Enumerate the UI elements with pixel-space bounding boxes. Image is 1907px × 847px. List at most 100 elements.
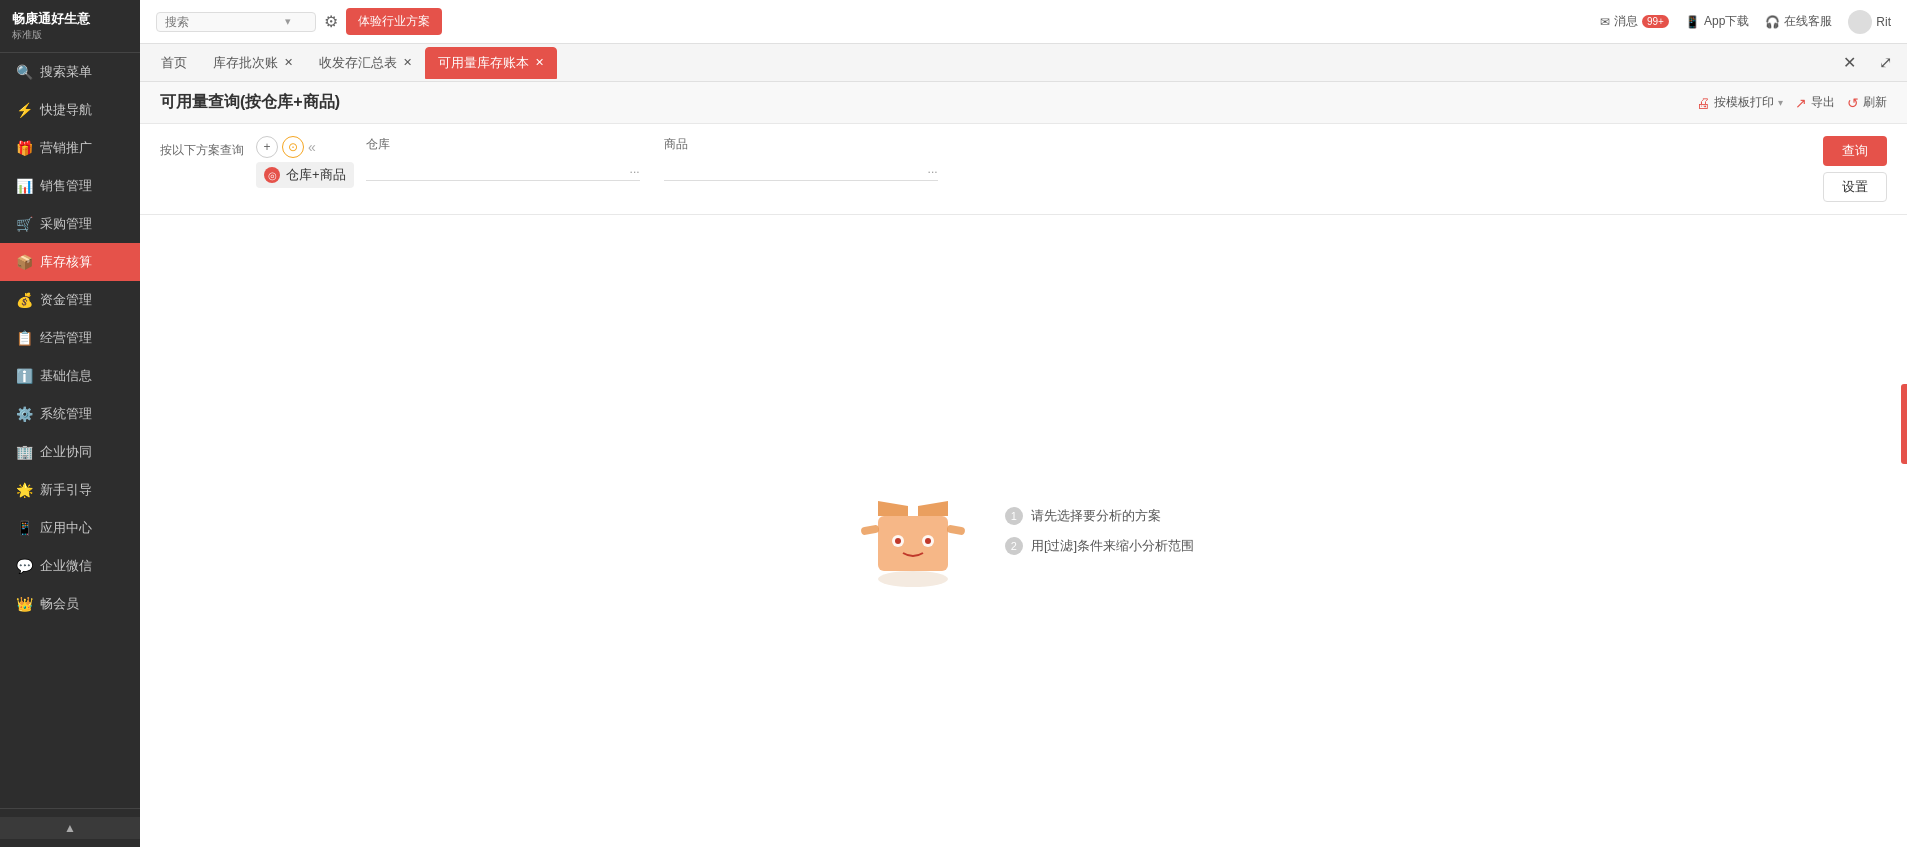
app-download-label: App下载: [1704, 13, 1749, 30]
sidebar-item-finance[interactable]: 💰 资金管理: [0, 281, 140, 319]
sidebar-item-label: 库存核算: [40, 253, 92, 271]
warehouse-input[interactable]: [366, 161, 626, 176]
page-content: 可用量查询(按仓库+商品) 🖨 按模板打印 ▾ ↗ 导出 ↺ 刷新 按以下方案: [140, 82, 1907, 847]
star-icon: 🌟: [16, 482, 32, 498]
sidebar-item-enterprise-wechat[interactable]: 💬 企业微信: [0, 547, 140, 585]
product-more-button[interactable]: ...: [928, 162, 938, 176]
sidebar-bottom: ▲: [0, 808, 140, 847]
message-label: 消息: [1614, 13, 1638, 30]
sidebar-item-label: 营销推广: [40, 139, 92, 157]
scheme-item-icon: ◎: [264, 167, 280, 183]
sidebar-item-app-center[interactable]: 📱 应用中心: [0, 509, 140, 547]
sidebar-item-label: 系统管理: [40, 405, 92, 423]
sidebar: 畅康通好生意 标准版 🔍 搜索菜单 ⚡ 快捷导航 🎁 营销推广 📊 销售管理 🛒…: [0, 0, 140, 847]
filter-label: 按以下方案查询: [160, 136, 244, 159]
header-settings-icon[interactable]: ⚙: [324, 12, 338, 31]
user-info[interactable]: Rit: [1848, 10, 1891, 34]
title-actions: 🖨 按模板打印 ▾ ↗ 导出 ↺ 刷新: [1696, 94, 1887, 111]
export-button[interactable]: ↗ 导出: [1795, 94, 1835, 111]
top-header: ▾ ⚙ 体验行业方案 ✉ 消息 99+ 📱 App下载 🎧 在线客服 Rit: [140, 0, 1907, 44]
headset-icon: 🎧: [1765, 15, 1780, 29]
empty-text: 1 请先选择要分析的方案 2 用[过滤]条件来缩小分析范围: [1005, 507, 1194, 555]
online-service-label: 在线客服: [1784, 13, 1832, 30]
sidebar-item-basic-info[interactable]: ℹ️ 基础信息: [0, 357, 140, 395]
header-right: ✉ 消息 99+ 📱 App下载 🎧 在线客服 Rit: [1600, 10, 1891, 34]
collapse-filter-button[interactable]: «: [308, 139, 316, 155]
warehouse-more-button[interactable]: ...: [630, 162, 640, 176]
maximize-tab-button[interactable]: ⤢: [1871, 49, 1899, 77]
query-button[interactable]: 查询: [1823, 136, 1887, 166]
query-actions: 查询 设置: [1823, 136, 1887, 202]
svg-point-0: [878, 571, 948, 587]
tab-inventory-batch[interactable]: 库存批次账 ✕: [200, 47, 306, 79]
sidebar-item-purchase[interactable]: 🛒 采购管理: [0, 205, 140, 243]
sidebar-item-operations[interactable]: 📋 经营管理: [0, 319, 140, 357]
tab-home-label: 首页: [161, 54, 187, 72]
global-search-bar[interactable]: ▾: [156, 12, 316, 32]
tab-inventory-batch-label: 库存批次账: [213, 54, 278, 72]
empty-illustration: [853, 471, 973, 591]
sidebar-item-shortcut[interactable]: ⚡ 快捷导航: [0, 91, 140, 129]
warehouse-label: 仓库: [366, 136, 640, 153]
sidebar-item-marketing[interactable]: 🎁 营销推广: [0, 129, 140, 167]
clipboard-icon: 📋: [16, 330, 32, 346]
sidebar-item-member[interactable]: 👑 畅会员: [0, 585, 140, 623]
sidebar-item-label: 应用中心: [40, 519, 92, 537]
tab-available-inventory-label: 可用量库存账本: [438, 54, 529, 72]
search-dropdown-icon[interactable]: ▾: [285, 15, 291, 28]
avatar: [1848, 10, 1872, 34]
sidebar-scroll-up[interactable]: ▲: [0, 817, 140, 839]
empty-hint-2: 2 用[过滤]条件来缩小分析范围: [1005, 537, 1194, 555]
add-scheme-button[interactable]: +: [256, 136, 278, 158]
sidebar-item-sales[interactable]: 📊 销售管理: [0, 167, 140, 205]
export-icon: ↗: [1795, 95, 1807, 111]
tab-inventory-batch-close[interactable]: ✕: [284, 56, 293, 69]
sidebar-logo: 畅康通好生意 标准版: [0, 0, 140, 53]
product-input[interactable]: [664, 161, 924, 176]
sidebar-item-system[interactable]: ⚙️ 系统管理: [0, 395, 140, 433]
info-icon: ℹ️: [16, 368, 32, 384]
print-icon: 🖨: [1696, 95, 1710, 111]
filter-schemes: + ⊙ « ◎ 仓库+商品: [256, 136, 354, 188]
user-name: Rit: [1876, 15, 1891, 29]
sidebar-item-enterprise[interactable]: 🏢 企业协同: [0, 433, 140, 471]
sidebar-item-label: 搜索菜单: [40, 63, 92, 81]
trial-industry-button[interactable]: 体验行业方案: [346, 8, 442, 35]
svg-point-4: [895, 538, 901, 544]
query-fields: 仓库 ... 商品 ...: [366, 136, 1811, 181]
gear-icon: ⚙️: [16, 406, 32, 422]
refresh-button[interactable]: ↺ 刷新: [1847, 94, 1887, 111]
header-left: ▾ ⚙ 体验行业方案: [156, 8, 442, 35]
page-title: 可用量查询(按仓库+商品): [160, 92, 340, 113]
app-download-action[interactable]: 📱 App下载: [1685, 13, 1749, 30]
svg-rect-6: [860, 524, 879, 535]
sidebar-item-label: 资金管理: [40, 291, 92, 309]
sidebar-item-label: 经营管理: [40, 329, 92, 347]
tab-home[interactable]: 首页: [148, 47, 200, 79]
sidebar-item-label: 基础信息: [40, 367, 92, 385]
svg-point-5: [925, 538, 931, 544]
print-button[interactable]: 🖨 按模板打印 ▾: [1696, 94, 1783, 111]
close-tab-button[interactable]: ✕: [1835, 49, 1863, 77]
tab-available-inventory-close[interactable]: ✕: [535, 56, 544, 69]
sidebar-item-search[interactable]: 🔍 搜索菜单: [0, 53, 140, 91]
print-dropdown-icon[interactable]: ▾: [1778, 97, 1783, 108]
product-field: 商品 ...: [664, 136, 938, 181]
sidebar-item-inventory[interactable]: 📦 库存核算: [0, 243, 140, 281]
message-action[interactable]: ✉ 消息 99+: [1600, 13, 1669, 30]
mobile-icon: 📱: [16, 520, 32, 536]
scheme-settings-button[interactable]: ⊙: [282, 136, 304, 158]
refresh-label: 刷新: [1863, 94, 1887, 111]
tab-collect-inventory-close[interactable]: ✕: [403, 56, 412, 69]
scheme-item-warehouse-product[interactable]: ◎ 仓库+商品: [256, 162, 354, 188]
tab-available-inventory[interactable]: 可用量库存账本 ✕: [425, 47, 557, 79]
sidebar-item-newbie[interactable]: 🌟 新手引导: [0, 471, 140, 509]
message-badge: 99+: [1642, 15, 1669, 28]
tab-collect-inventory[interactable]: 收发存汇总表 ✕: [306, 47, 425, 79]
global-search-input[interactable]: [165, 15, 285, 29]
tab-controls: ✕ ⤢: [1835, 49, 1899, 77]
chat-icon: 💬: [16, 558, 32, 574]
gift-icon: 🎁: [16, 140, 32, 156]
settings-button[interactable]: 设置: [1823, 172, 1887, 202]
online-service-action[interactable]: 🎧 在线客服: [1765, 13, 1832, 30]
